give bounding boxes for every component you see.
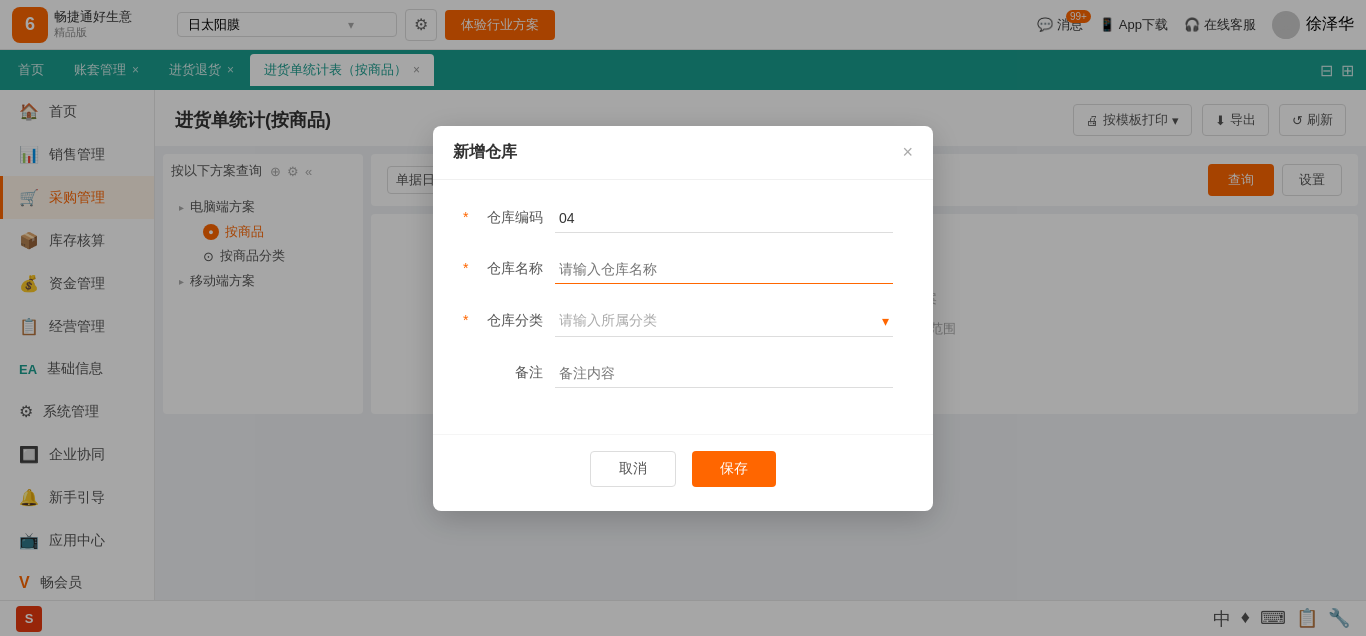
add-warehouse-dialog: 新增仓库 × 仓库编码 仓库名称 仓库分类 请输入所属分类 ▾	[433, 126, 933, 511]
dialog-body: 仓库编码 仓库名称 仓库分类 请输入所属分类 ▾ 备注	[433, 180, 933, 434]
dialog-header: 新增仓库 ×	[433, 126, 933, 180]
save-button[interactable]: 保存	[692, 451, 776, 487]
warehouse-type-label: 仓库分类	[473, 312, 543, 330]
dialog-close-icon[interactable]: ×	[902, 143, 913, 161]
form-row-type: 仓库分类 请输入所属分类 ▾	[473, 306, 893, 337]
warehouse-type-select[interactable]: 请输入所属分类 ▾	[555, 306, 893, 337]
dialog-overlay: 新增仓库 × 仓库编码 仓库名称 仓库分类 请输入所属分类 ▾	[0, 0, 1366, 636]
remark-input[interactable]	[555, 359, 893, 388]
select-arrow-icon: ▾	[882, 313, 889, 329]
dialog-title: 新增仓库	[453, 142, 517, 163]
warehouse-code-label: 仓库编码	[473, 209, 543, 227]
remark-label: 备注	[473, 364, 543, 382]
warehouse-code-input[interactable]	[555, 204, 893, 233]
form-row-code: 仓库编码	[473, 204, 893, 233]
warehouse-name-label: 仓库名称	[473, 260, 543, 278]
form-row-remark: 备注	[473, 359, 893, 388]
dialog-footer: 取消 保存	[433, 434, 933, 511]
warehouse-type-placeholder: 请输入所属分类	[559, 312, 657, 330]
form-row-name: 仓库名称	[473, 255, 893, 284]
cancel-button[interactable]: 取消	[590, 451, 676, 487]
warehouse-name-input[interactable]	[555, 255, 893, 284]
